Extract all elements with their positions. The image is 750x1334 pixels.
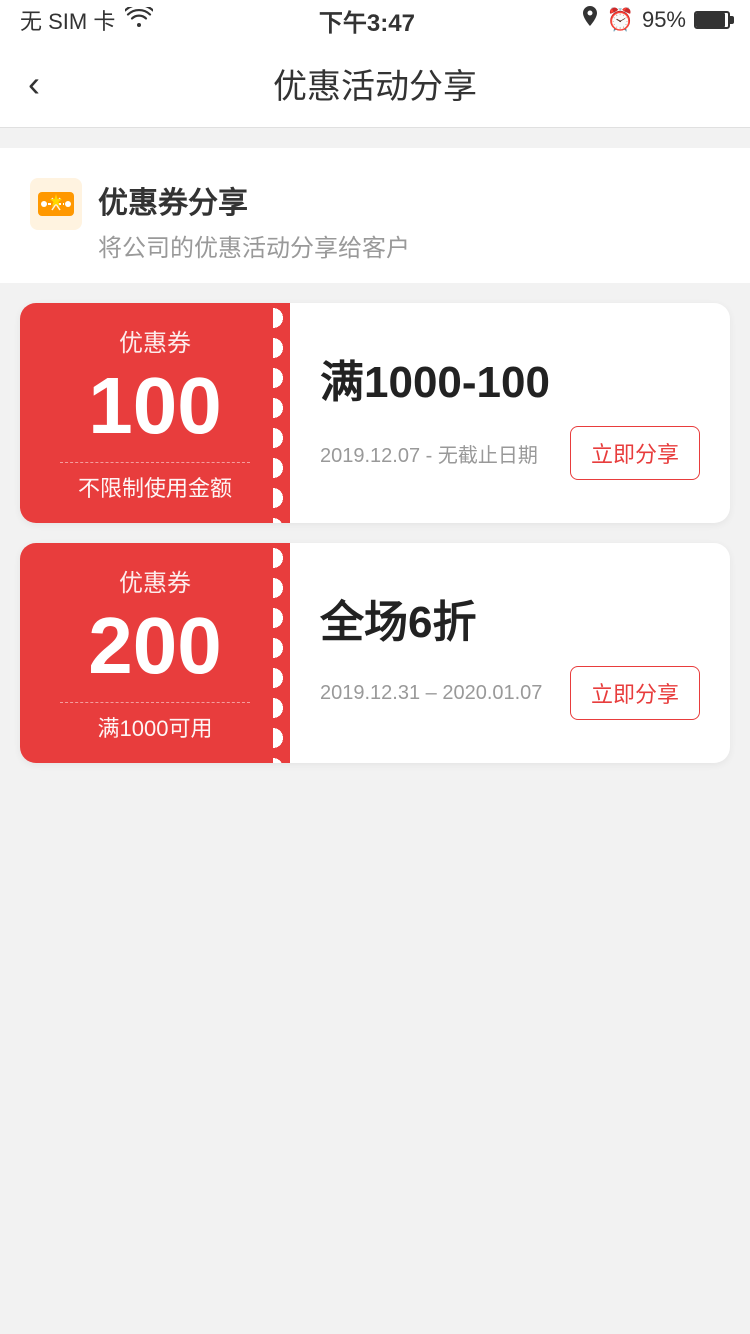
battery-fill <box>696 13 725 27</box>
coupon-left-1: 优惠券 100 不限制使用金额 <box>20 303 290 523</box>
coupon-list: 优惠券 100 不限制使用金额 满1000-100 2019.12.07 - 无… <box>0 303 750 763</box>
coupon-date-1: 2019.12.07 - 无截止日期 <box>320 439 558 468</box>
carrier-text: 无 SIM 卡 <box>20 4 115 36</box>
coupon-name-2: 全场6折 <box>320 586 700 650</box>
coupon-label-1: 优惠券 <box>119 323 191 358</box>
coupon-right-2: 全场6折 2019.12.31 – 2020.01.07 立即分享 <box>290 543 730 763</box>
battery-icon <box>694 11 730 29</box>
coupon-date-2: 2019.12.31 – 2020.01.07 <box>320 682 558 705</box>
section-subtitle: 将公司的优惠活动分享给客户 <box>98 228 410 263</box>
coupon-amount-2: 200 <box>88 606 221 686</box>
location-icon <box>581 6 599 34</box>
coupon-card-1: 优惠券 100 不限制使用金额 满1000-100 2019.12.07 - 无… <box>20 303 730 523</box>
coupon-bottom-2: 2019.12.31 – 2020.01.07 立即分享 <box>320 666 700 720</box>
alarm-icon: ⏰ <box>607 7 634 33</box>
nav-bar: ‹ 优惠活动分享 <box>0 40 750 128</box>
back-button[interactable]: ‹ <box>28 66 40 102</box>
wifi-icon <box>125 7 153 33</box>
coupon-card-2: 优惠券 200 满1000可用 全场6折 2019.12.31 – 2020.0… <box>20 543 730 763</box>
coupon-label-2: 优惠券 <box>119 563 191 598</box>
status-time: 下午3:47 <box>319 3 415 38</box>
section-text: 优惠券分享 将公司的优惠活动分享给客户 <box>98 178 410 263</box>
page-title: 优惠活动分享 <box>273 59 477 108</box>
share-button-2[interactable]: 立即分享 <box>570 666 700 720</box>
empty-area <box>0 763 750 1263</box>
coupon-condition-2: 满1000可用 <box>98 711 213 743</box>
coupon-section-icon <box>30 178 82 230</box>
coupon-name-1: 满1000-100 <box>320 346 700 410</box>
battery-percent: 95% <box>642 7 686 33</box>
coupon-divider-2 <box>60 702 250 703</box>
share-button-1[interactable]: 立即分享 <box>570 426 700 480</box>
coupon-right-1: 满1000-100 2019.12.07 - 无截止日期 立即分享 <box>290 303 730 523</box>
status-left: 无 SIM 卡 <box>20 4 153 36</box>
section-header: 优惠券分享 将公司的优惠活动分享给客户 <box>0 148 750 283</box>
status-right: ⏰ 95% <box>581 6 730 34</box>
coupon-amount-1: 100 <box>88 366 221 446</box>
coupon-bottom-1: 2019.12.07 - 无截止日期 立即分享 <box>320 426 700 480</box>
coupon-condition-1: 不限制使用金额 <box>78 471 232 503</box>
section-title: 优惠券分享 <box>98 178 410 222</box>
coupon-divider-1 <box>60 462 250 463</box>
status-bar: 无 SIM 卡 下午3:47 ⏰ 95% <box>0 0 750 40</box>
coupon-left-2: 优惠券 200 满1000可用 <box>20 543 290 763</box>
